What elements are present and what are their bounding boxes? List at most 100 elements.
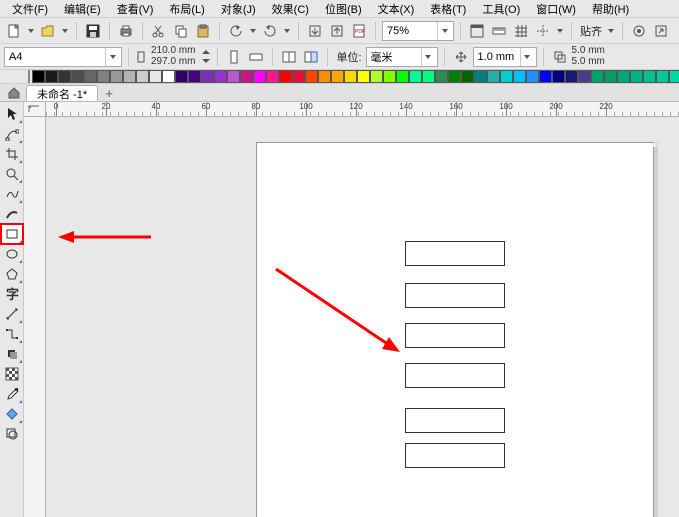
page-size-input[interactable]	[5, 48, 105, 66]
menu-object[interactable]: 对象(J)	[213, 0, 264, 19]
all-pages-button[interactable]	[279, 47, 299, 67]
color-swatch[interactable]	[448, 70, 461, 83]
export-button[interactable]	[327, 21, 347, 41]
redo-dropdown[interactable]	[282, 21, 292, 41]
color-swatch[interactable]	[565, 70, 578, 83]
current-page-button[interactable]	[301, 47, 321, 67]
color-swatch[interactable]	[344, 70, 357, 83]
drawn-rectangle[interactable]	[405, 323, 505, 348]
color-swatch[interactable]	[435, 70, 448, 83]
add-doc-tab[interactable]: +	[100, 85, 118, 101]
drawn-rectangle[interactable]	[405, 283, 505, 308]
color-swatch[interactable]	[409, 70, 422, 83]
connector-tool[interactable]	[2, 325, 22, 343]
color-swatch[interactable]	[669, 70, 679, 83]
menu-edit[interactable]: 编辑(E)	[56, 0, 109, 19]
color-swatch[interactable]	[58, 70, 71, 83]
color-swatch[interactable]	[539, 70, 552, 83]
redo-button[interactable]	[260, 21, 280, 41]
landscape-button[interactable]	[246, 47, 266, 67]
ruler-horizontal[interactable]: 020406080100120140160180200220	[46, 102, 679, 117]
welcome-tab[interactable]	[4, 85, 24, 101]
menu-bitmap[interactable]: 位图(B)	[317, 0, 370, 19]
color-swatch[interactable]	[383, 70, 396, 83]
zoom-tool[interactable]	[2, 165, 22, 183]
transparency-tool[interactable]	[2, 365, 22, 383]
freehand-tool[interactable]	[2, 185, 22, 203]
color-swatch[interactable]	[227, 70, 240, 83]
unit-combo[interactable]	[366, 47, 438, 67]
color-swatch[interactable]	[604, 70, 617, 83]
undo-dropdown[interactable]	[248, 21, 258, 41]
color-swatch[interactable]	[474, 70, 487, 83]
interactive-fill-tool[interactable]	[2, 405, 22, 423]
color-swatch[interactable]	[84, 70, 97, 83]
color-swatch[interactable]	[188, 70, 201, 83]
color-swatch[interactable]	[279, 70, 292, 83]
color-swatch[interactable]	[214, 70, 227, 83]
guides-dropdown[interactable]	[555, 21, 565, 41]
color-swatch[interactable]	[175, 70, 188, 83]
page-h-spinner[interactable]	[201, 57, 211, 65]
drop-shadow-tool[interactable]	[2, 345, 22, 363]
color-swatch[interactable]	[331, 70, 344, 83]
ruler-origin[interactable]	[24, 102, 46, 117]
color-swatch[interactable]	[578, 70, 591, 83]
color-swatch[interactable]	[526, 70, 539, 83]
color-swatch[interactable]	[32, 70, 45, 83]
shape-tool[interactable]	[2, 125, 22, 143]
color-swatch[interactable]	[136, 70, 149, 83]
menu-table[interactable]: 表格(T)	[422, 0, 474, 19]
open-dropdown[interactable]	[60, 21, 70, 41]
nudge-combo[interactable]	[473, 47, 537, 67]
color-swatch[interactable]	[643, 70, 656, 83]
snap-dropdown[interactable]	[606, 21, 616, 41]
menu-view[interactable]: 查看(V)	[109, 0, 162, 19]
color-swatch[interactable]	[552, 70, 565, 83]
nudge-input[interactable]	[474, 48, 520, 66]
zoom-input[interactable]	[383, 22, 437, 40]
grid-button[interactable]	[511, 21, 531, 41]
no-color-swatch[interactable]	[28, 70, 30, 83]
guides-button[interactable]	[533, 21, 553, 41]
color-swatch[interactable]	[370, 70, 383, 83]
ruler-vertical[interactable]	[24, 117, 46, 517]
color-swatch[interactable]	[305, 70, 318, 83]
unit-caret-icon[interactable]	[421, 48, 435, 66]
color-swatch[interactable]	[617, 70, 630, 83]
pick-tool[interactable]	[2, 105, 22, 123]
crop-tool[interactable]	[2, 145, 22, 163]
page-w-spinner[interactable]	[201, 49, 211, 57]
zoom-caret-icon[interactable]	[437, 22, 451, 40]
color-swatch[interactable]	[591, 70, 604, 83]
menu-help[interactable]: 帮助(H)	[584, 0, 637, 19]
options-button[interactable]	[629, 21, 649, 41]
undo-button[interactable]	[226, 21, 246, 41]
color-swatch[interactable]	[357, 70, 370, 83]
color-swatch[interactable]	[266, 70, 279, 83]
document-tab[interactable]: 未命名 -1*	[26, 85, 98, 101]
drawn-rectangle[interactable]	[405, 443, 505, 468]
color-swatch[interactable]	[253, 70, 266, 83]
menu-effect[interactable]: 效果(C)	[264, 0, 317, 19]
color-swatch[interactable]	[318, 70, 331, 83]
menu-text[interactable]: 文本(X)	[370, 0, 423, 19]
color-swatch[interactable]	[461, 70, 474, 83]
page-size-caret-icon[interactable]	[105, 48, 119, 66]
paste-button[interactable]	[193, 21, 213, 41]
new-doc-button[interactable]	[4, 21, 24, 41]
new-doc-dropdown[interactable]	[26, 21, 36, 41]
smart-fill-tool[interactable]	[2, 425, 22, 443]
parallel-dimension-tool[interactable]	[2, 305, 22, 323]
color-swatch[interactable]	[500, 70, 513, 83]
artistic-media-tool[interactable]	[2, 205, 22, 223]
color-swatch[interactable]	[162, 70, 175, 83]
drawing-area[interactable]	[46, 117, 679, 517]
color-swatch[interactable]	[123, 70, 136, 83]
menu-file[interactable]: 文件(F)	[4, 0, 56, 19]
nudge-caret-icon[interactable]	[520, 48, 534, 66]
menu-layout[interactable]: 布局(L)	[161, 0, 212, 19]
drawn-rectangle[interactable]	[405, 408, 505, 433]
menu-window[interactable]: 窗口(W)	[528, 0, 584, 19]
unit-input[interactable]	[367, 48, 421, 66]
